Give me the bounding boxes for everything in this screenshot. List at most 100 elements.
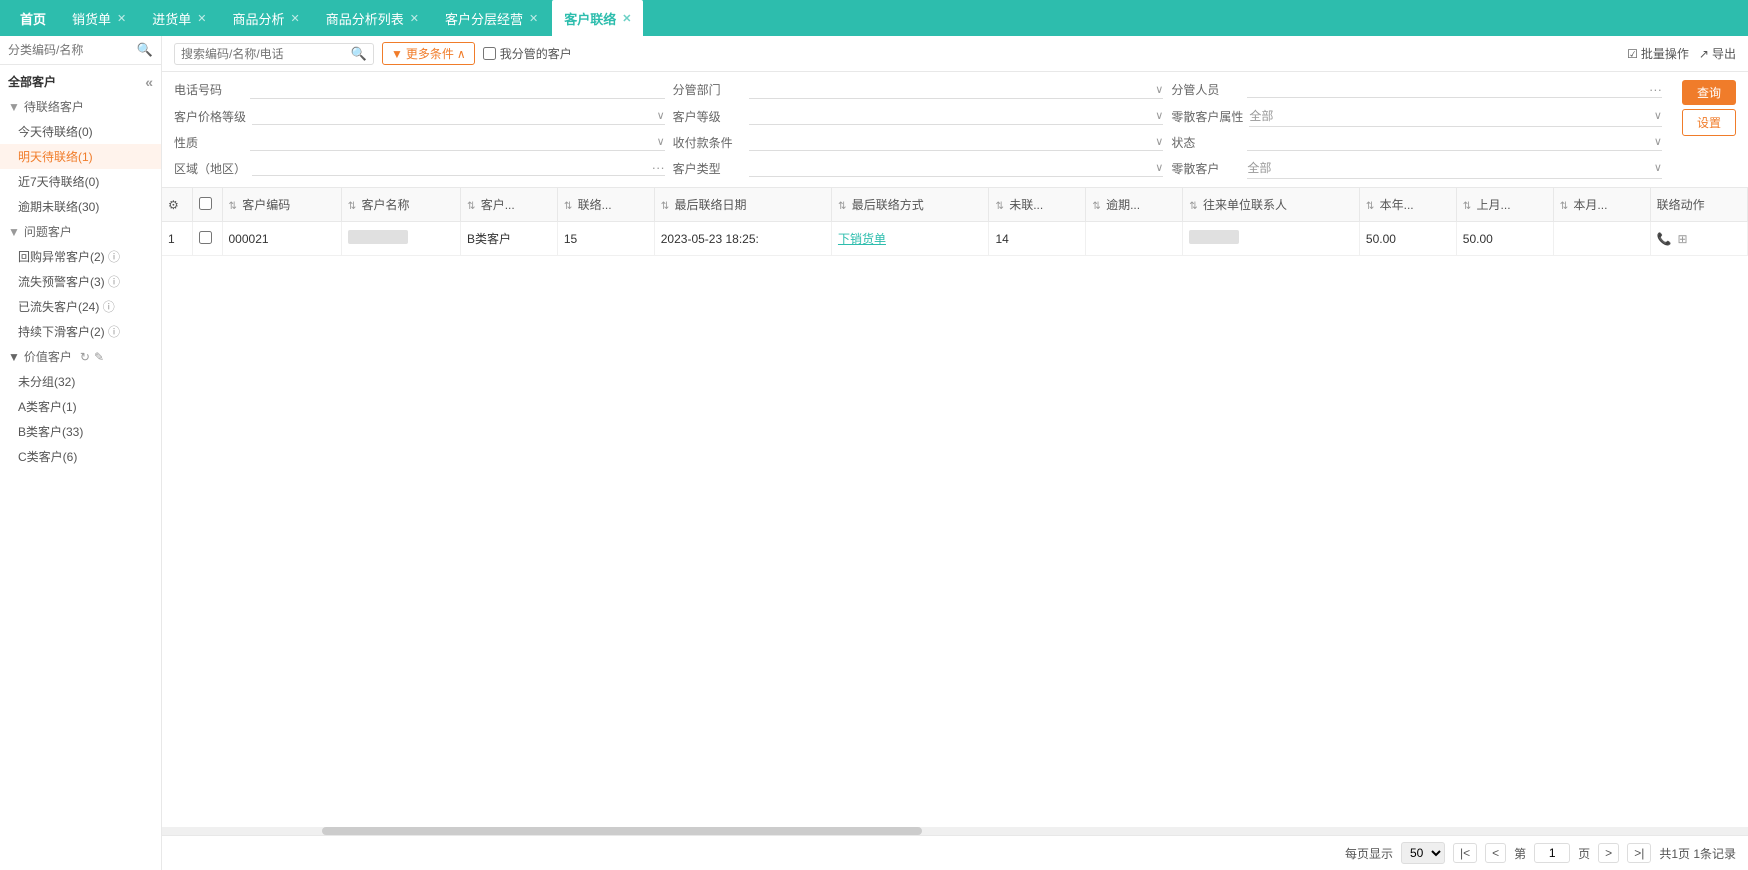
col-gear[interactable]: ⚙ <box>162 188 192 222</box>
nav-product-analysis-list[interactable]: 商品分析列表 ✕ <box>314 0 431 36</box>
row-name[interactable] <box>341 222 460 256</box>
phone-input[interactable] <box>250 80 665 99</box>
row-select-checkbox[interactable] <box>199 231 212 244</box>
sidebar-item-class-b[interactable]: B类客户(33) <box>0 419 161 444</box>
row-seq: 1 <box>162 222 192 256</box>
row-checkbox[interactable] <box>192 222 222 256</box>
nature-select[interactable]: ∨ <box>250 133 665 151</box>
retail-attr-select[interactable]: 全部 ∨ <box>1249 105 1662 127</box>
batch-operation-button[interactable]: ☑ 批量操作 <box>1627 45 1689 62</box>
sidebar-item-class-c[interactable]: C类客户(6) <box>0 444 161 469</box>
col-last-contact-method[interactable]: ⇅ 最后联络方式 <box>831 188 989 222</box>
col-customer-name[interactable]: ⇅ 客户名称 <box>341 188 460 222</box>
col-contact-person[interactable]: ⇅ 往来单位联系人 <box>1183 188 1360 222</box>
chevron-down-icon: ∨ <box>657 109 665 122</box>
refresh-icon[interactable]: ↻ <box>80 350 90 364</box>
sidebar-item-churned[interactable]: 已流失客户(24) ⓘ <box>0 294 161 319</box>
sidebar-item-declining[interactable]: 持续下滑客户(2) ⓘ <box>0 319 161 344</box>
col-not-contacted[interactable]: ⇅ 未联... <box>989 188 1086 222</box>
payment-select[interactable]: ∨ <box>749 133 1164 151</box>
page-size-select[interactable]: 50 <box>1401 842 1445 864</box>
scrollbar-thumb[interactable] <box>322 827 922 835</box>
more-conditions-button[interactable]: ▼ 更多条件 ∧ <box>382 42 475 65</box>
phone-action-icon[interactable]: 📞 <box>1657 232 1672 246</box>
settings-button[interactable]: 设置 <box>1682 109 1736 136</box>
grid-action-icon[interactable]: ⊞ <box>1678 232 1688 246</box>
page-number-input[interactable] <box>1534 843 1570 863</box>
sidebar-search-icon[interactable]: 🔍 <box>137 42 153 58</box>
advanced-filter-panel: 电话号码 分管部门 ∨ 分管人员 <box>162 72 1748 188</box>
close-customer-contact-icon[interactable]: ✕ <box>622 12 631 25</box>
collapse-icon[interactable]: « <box>145 74 153 90</box>
customer-level-select[interactable]: ∨ <box>749 107 1164 125</box>
nav-customer-tiering[interactable]: 客户分层经营 ✕ <box>433 0 550 36</box>
search-input[interactable] <box>181 47 351 61</box>
last-page-button[interactable]: >| <box>1627 843 1651 863</box>
next-page-button[interactable]: > <box>1598 843 1619 863</box>
sidebar-item-7day-contact[interactable]: 近7天待联络(0) <box>0 169 161 194</box>
my-customers-checkbox-input[interactable] <box>483 47 496 60</box>
export-button[interactable]: ↗ 导出 <box>1699 45 1736 62</box>
col-last-month[interactable]: ⇅ 上月... <box>1456 188 1553 222</box>
close-product-analysis-list-icon[interactable]: ✕ <box>410 12 419 25</box>
select-all-checkbox[interactable] <box>199 197 212 210</box>
sort-icon: ⇅ <box>467 201 475 212</box>
nav-purchase-order[interactable]: 进货单 ✕ <box>140 0 218 36</box>
sidebar-item-ungrouped[interactable]: 未分组(32) <box>0 369 161 394</box>
data-table-container: ⚙ ⇅ 客户编码 ⇅ 客户名称 ⇅ 客户... <box>162 188 1748 827</box>
col-customer-code[interactable]: ⇅ 客户编码 <box>222 188 341 222</box>
sort-icon: ⇅ <box>1560 201 1568 212</box>
dept-select[interactable]: ∨ <box>749 81 1164 99</box>
sort-icon: ⇅ <box>564 201 572 212</box>
sidebar-search-input[interactable] <box>8 43 137 57</box>
sort-icon: ⇅ <box>838 201 846 212</box>
sidebar-item-churn-warning[interactable]: 流失预警客户(3) ⓘ <box>0 269 161 294</box>
sidebar-item-class-a[interactable]: A类客户(1) <box>0 394 161 419</box>
nav-product-analysis[interactable]: 商品分析 ✕ <box>220 0 311 36</box>
chevron-down-icon: ∨ <box>1155 109 1163 122</box>
retail-customer-select[interactable]: 全部 ∨ <box>1247 157 1662 179</box>
horizontal-scrollbar[interactable] <box>162 827 1748 835</box>
sidebar-group-problem-customers[interactable]: ▼ 问题客户 <box>0 219 161 244</box>
chevron-down-icon: ∨ <box>1654 161 1662 174</box>
arrow-icon: ▼ <box>8 350 20 364</box>
region-more-icon[interactable]: ··· <box>652 160 665 175</box>
close-purchase-order-icon[interactable]: ✕ <box>197 12 206 25</box>
close-product-analysis-icon[interactable]: ✕ <box>291 12 300 25</box>
nav-home[interactable]: 首页 <box>8 0 58 36</box>
col-contact-count[interactable]: ⇅ 联络... <box>557 188 654 222</box>
edit-icon[interactable]: ✎ <box>94 350 104 364</box>
customer-type-select[interactable]: ∨ <box>749 159 1164 177</box>
sidebar-item-overdue-contact[interactable]: 逾期未联络(30) <box>0 194 161 219</box>
first-page-button[interactable]: |< <box>1453 843 1477 863</box>
status-select[interactable]: ∨ <box>1247 133 1662 151</box>
nav-sales-order[interactable]: 销货单 ✕ <box>60 0 138 36</box>
col-last-contact-date[interactable]: ⇅ 最后联络日期 <box>654 188 831 222</box>
query-button[interactable]: 查询 <box>1682 80 1736 105</box>
col-checkbox[interactable] <box>192 188 222 222</box>
manager-more-icon[interactable]: ··· <box>1649 82 1662 97</box>
col-overdue[interactable]: ⇅ 逾期... <box>1086 188 1183 222</box>
search-icon[interactable]: 🔍 <box>351 46 367 62</box>
nav-customer-contact[interactable]: 客户联络 ✕ <box>552 0 643 36</box>
sidebar-group-value-customers: ▼ 价值客户 ↻ ✎ <box>0 344 161 369</box>
row-code: 000021 <box>222 222 341 256</box>
prev-page-button[interactable]: < <box>1485 843 1506 863</box>
sidebar-item-today-contact[interactable]: 今天待联络(0) <box>0 119 161 144</box>
sidebar-group-pending-contact[interactable]: ▼ 待联络客户 <box>0 94 161 119</box>
close-customer-tiering-icon[interactable]: ✕ <box>529 12 538 25</box>
sidebar-item-tomorrow-contact[interactable]: 明天待联络(1) <box>0 144 161 169</box>
col-this-month[interactable]: ⇅ 本月... <box>1553 188 1650 222</box>
col-this-year[interactable]: ⇅ 本年... <box>1359 188 1456 222</box>
filter-row-1: 电话号码 分管部门 ∨ 分管人员 <box>174 80 1662 99</box>
col-customer-type[interactable]: ⇅ 客户... <box>460 188 557 222</box>
chevron-down-icon: ∨ <box>1155 161 1163 174</box>
filter-price-level: 客户价格等级 ∨ <box>174 107 665 125</box>
all-customers-header: 全部客户 « <box>0 65 161 94</box>
sidebar-item-repurchase-abnormal[interactable]: 回购异常客户(2) ⓘ <box>0 244 161 269</box>
row-last-method[interactable]: 下销货单 <box>831 222 989 256</box>
chevron-down-icon: ∨ <box>1155 135 1163 148</box>
my-customers-checkbox[interactable]: 我分管的客户 <box>483 45 572 62</box>
close-sales-order-icon[interactable]: ✕ <box>117 12 126 25</box>
price-level-select[interactable]: ∨ <box>252 107 665 125</box>
